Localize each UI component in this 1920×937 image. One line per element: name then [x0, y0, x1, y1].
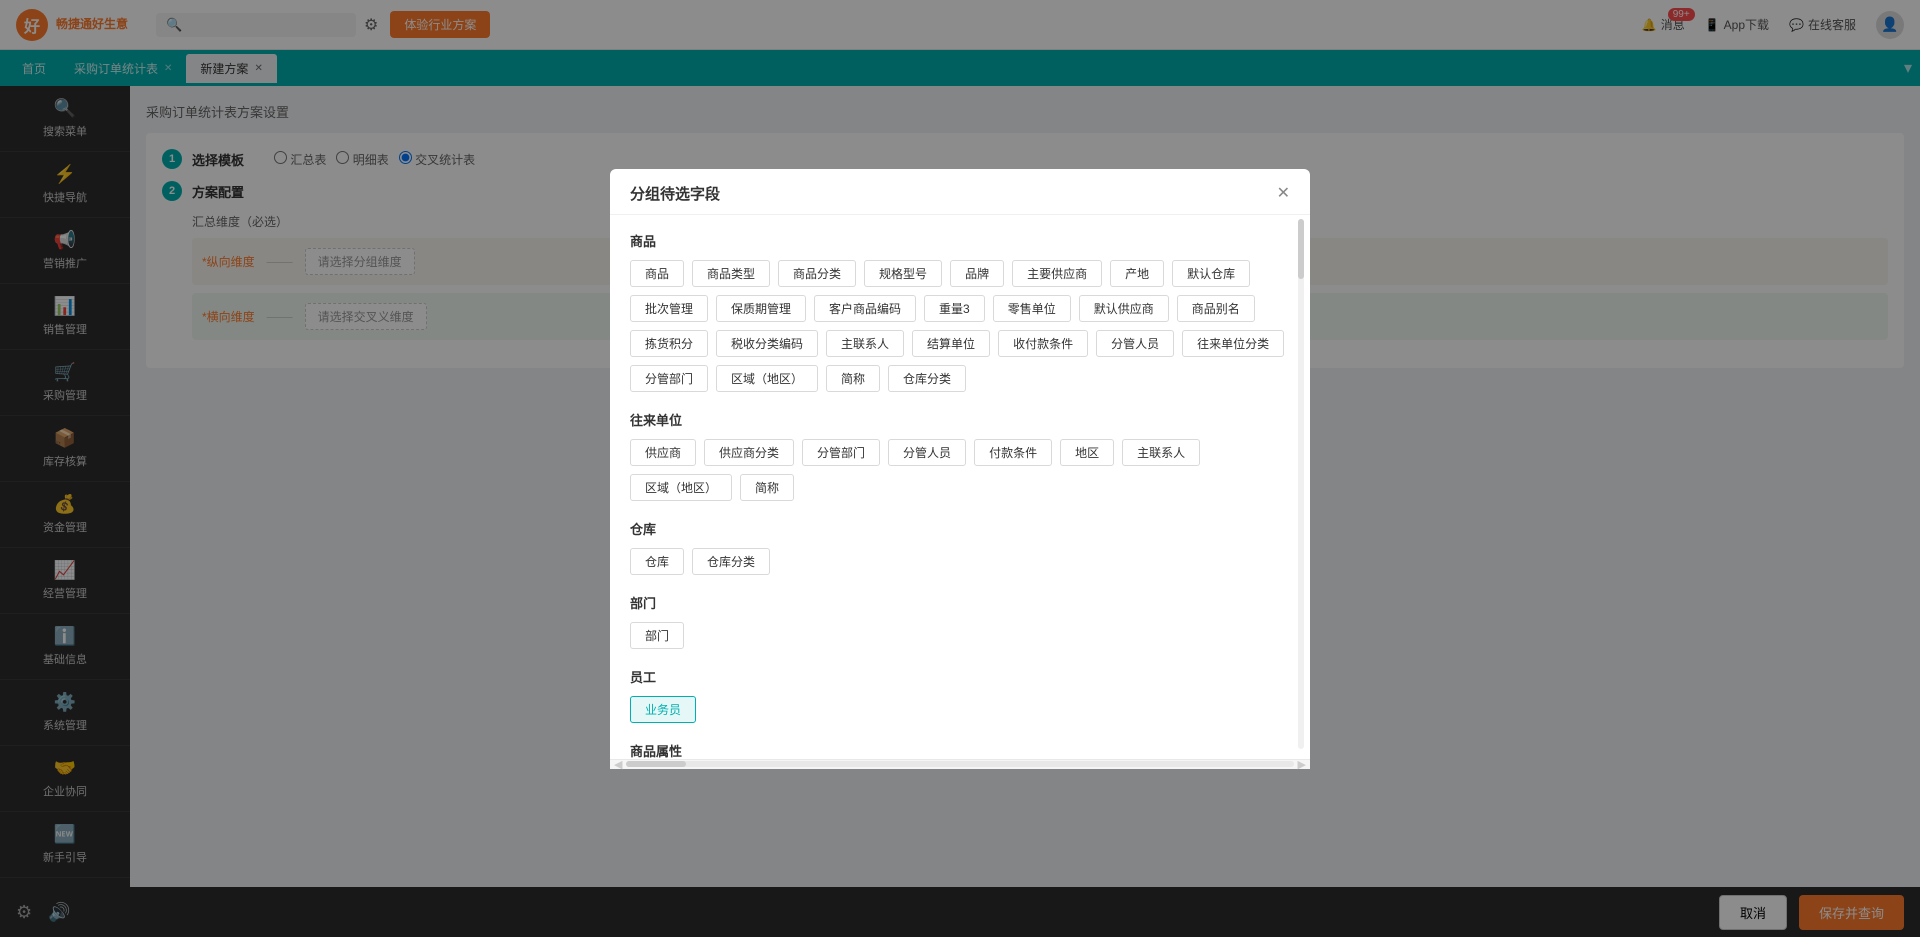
field-tag[interactable]: 默认供应商: [1079, 295, 1169, 322]
field-tag[interactable]: 商品类型: [692, 260, 770, 287]
field-tag[interactable]: 默认仓库: [1172, 260, 1250, 287]
modal-close-button[interactable]: ✕: [1277, 183, 1290, 203]
modal-horizontal-scrollbar[interactable]: ◀ ▶: [610, 759, 1310, 769]
section-department-title: 部门: [630, 593, 1290, 612]
section-warehouse: 仓库 仓库 仓库分类: [630, 519, 1290, 575]
field-tag[interactable]: 主联系人: [1122, 439, 1200, 466]
field-tag[interactable]: 部门: [630, 622, 684, 649]
field-tag[interactable]: 品牌: [950, 260, 1004, 287]
field-tag[interactable]: 区域（地区）: [716, 365, 818, 392]
field-tag[interactable]: 付款条件: [974, 439, 1052, 466]
field-tag[interactable]: 分管部门: [630, 365, 708, 392]
modal-overlay: 分组待选字段 ✕ 商品 商品 商品类型 商品分类 规格型号 品牌 主要供应商 产…: [0, 0, 1920, 937]
field-tag[interactable]: 仓库分类: [888, 365, 966, 392]
field-tag[interactable]: 往来单位分类: [1182, 330, 1284, 357]
field-tag[interactable]: 仓库分类: [692, 548, 770, 575]
section-product-attr: 商品属性 属性 颜色 多规格 尺码 鞋码 1: [630, 741, 1290, 759]
field-tag[interactable]: 分管部门: [802, 439, 880, 466]
field-tag[interactable]: 仓库: [630, 548, 684, 575]
field-tag[interactable]: 商品分类: [778, 260, 856, 287]
field-tag[interactable]: 收付款条件: [998, 330, 1088, 357]
scroll-left-arrow[interactable]: ◀: [614, 758, 626, 771]
modal-vertical-scrollbar[interactable]: [1298, 219, 1304, 749]
section-partner-title: 往来单位: [630, 410, 1290, 429]
employee-field-tags: 业务员: [630, 696, 1290, 723]
field-tag[interactable]: 重量3: [924, 295, 985, 322]
field-tag[interactable]: 主要供应商: [1012, 260, 1102, 287]
section-department: 部门 部门: [630, 593, 1290, 649]
field-select-modal: 分组待选字段 ✕ 商品 商品 商品类型 商品分类 规格型号 品牌 主要供应商 产…: [610, 169, 1310, 769]
modal-title: 分组待选字段: [630, 183, 720, 204]
field-tag[interactable]: 商品: [630, 260, 684, 287]
field-tag[interactable]: 结算单位: [912, 330, 990, 357]
modal-header: 分组待选字段 ✕: [610, 169, 1310, 215]
section-partner: 往来单位 供应商 供应商分类 分管部门 分管人员 付款条件 地区 主联系人 区域…: [630, 410, 1290, 501]
field-tag[interactable]: 主联系人: [826, 330, 904, 357]
field-tag-salesperson[interactable]: 业务员: [630, 696, 696, 723]
section-employee-title: 员工: [630, 667, 1290, 686]
section-warehouse-title: 仓库: [630, 519, 1290, 538]
department-field-tags: 部门: [630, 622, 1290, 649]
field-tag[interactable]: 分管人员: [1096, 330, 1174, 357]
field-tag[interactable]: 拣货积分: [630, 330, 708, 357]
field-tag[interactable]: 税收分类编码: [716, 330, 818, 357]
field-tag[interactable]: 供应商分类: [704, 439, 794, 466]
field-tag[interactable]: 地区: [1060, 439, 1114, 466]
section-product-attr-title: 商品属性: [630, 741, 1290, 759]
warehouse-field-tags: 仓库 仓库分类: [630, 548, 1290, 575]
hscroll-track[interactable]: [626, 761, 1293, 767]
partner-field-tags: 供应商 供应商分类 分管部门 分管人员 付款条件 地区 主联系人 区域（地区） …: [630, 439, 1290, 501]
field-tag[interactable]: 规格型号: [864, 260, 942, 287]
field-tag[interactable]: 供应商: [630, 439, 696, 466]
scroll-right-arrow[interactable]: ▶: [1294, 758, 1306, 771]
section-product: 商品 商品 商品类型 商品分类 规格型号 品牌 主要供应商 产地 默认仓库 批次…: [630, 231, 1290, 392]
field-tag[interactable]: 零售单位: [993, 295, 1071, 322]
section-employee: 员工 业务员: [630, 667, 1290, 723]
product-field-tags: 商品 商品类型 商品分类 规格型号 品牌 主要供应商 产地 默认仓库 批次管理 …: [630, 260, 1290, 392]
field-tag[interactable]: 保质期管理: [716, 295, 806, 322]
field-tag[interactable]: 分管人员: [888, 439, 966, 466]
modal-body[interactable]: 商品 商品 商品类型 商品分类 规格型号 品牌 主要供应商 产地 默认仓库 批次…: [610, 215, 1310, 759]
field-tag[interactable]: 商品别名: [1177, 295, 1255, 322]
field-tag[interactable]: 简称: [740, 474, 794, 501]
field-tag[interactable]: 区域（地区）: [630, 474, 732, 501]
section-product-title: 商品: [630, 231, 1290, 250]
field-tag[interactable]: 批次管理: [630, 295, 708, 322]
hscroll-thumb[interactable]: [626, 761, 686, 767]
vscroll-thumb[interactable]: [1298, 219, 1304, 279]
field-tag[interactable]: 简称: [826, 365, 880, 392]
field-tag[interactable]: 产地: [1110, 260, 1164, 287]
field-tag[interactable]: 客户商品编码: [814, 295, 916, 322]
